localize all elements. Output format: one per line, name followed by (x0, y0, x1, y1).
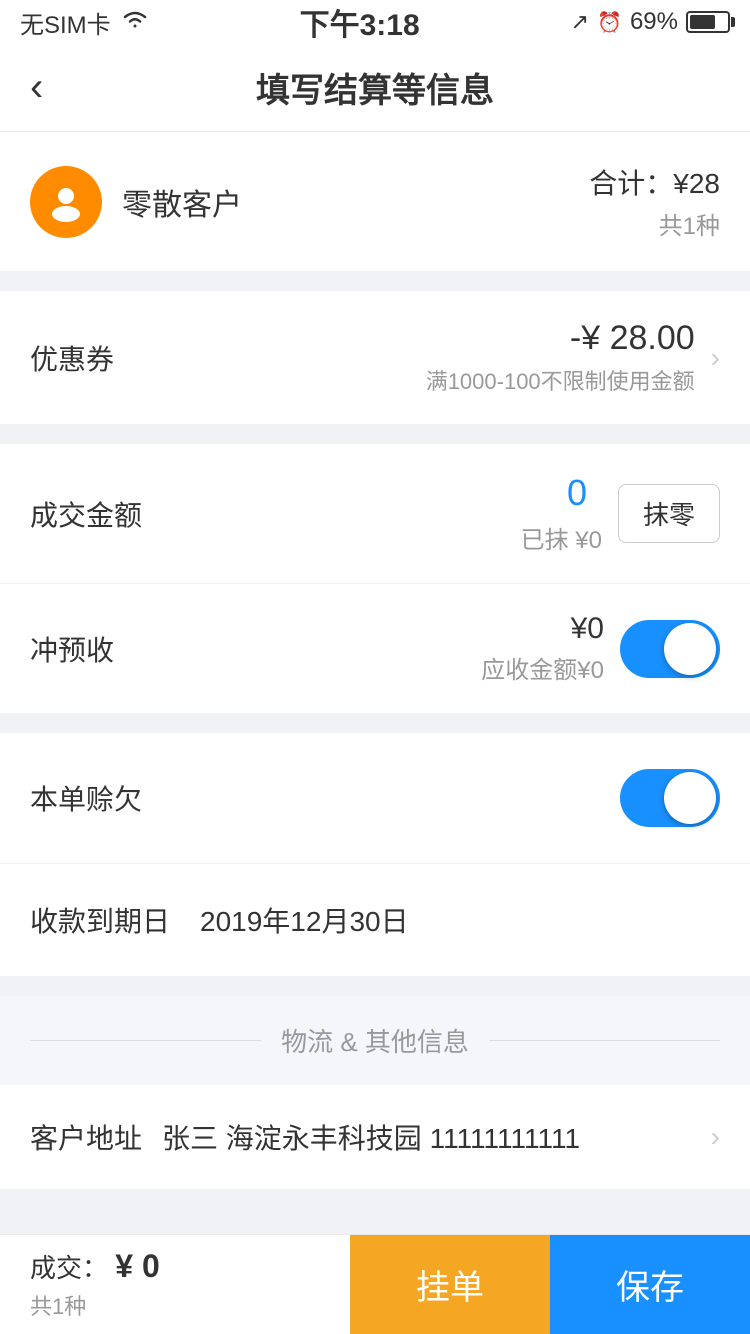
transaction-label: 成交金额 (30, 494, 142, 534)
address-label: 客户地址 (30, 1117, 142, 1157)
address-value: 张三 海淀永丰科技园 11111111111 (162, 1117, 711, 1157)
location-icon: ↗ (571, 9, 589, 35)
content: 零散客户 合计：¥28 共1种 优惠券 -¥ 28.00 满1000-100不限… (0, 132, 750, 1329)
bottom-deal-row: 成交： ¥ 0 (30, 1248, 320, 1285)
pending-button[interactable]: 挂单 (350, 1235, 550, 1334)
coupon-section: 优惠券 -¥ 28.00 满1000-100不限制使用金额 › (0, 291, 750, 424)
coupon-label: 优惠券 (30, 338, 114, 378)
transaction-row: 成交金额 已抹 ¥0 抹零 (0, 444, 750, 583)
transaction-sub: 已抹 ¥0 (482, 520, 602, 555)
alarm-icon: ⏰ (597, 10, 622, 35)
transaction-amount-input[interactable] (482, 472, 602, 514)
address-section: 客户地址 张三 海淀永丰科技园 11111111111 › (0, 1085, 750, 1189)
status-right: ↗ ⏰ 69% (571, 8, 730, 36)
prereceive-label: 冲预收 (30, 629, 114, 669)
customer-right: 合计：¥28 共1种 (589, 162, 720, 241)
back-button[interactable]: ‹ (30, 65, 43, 110)
prereceive-sub: 应收金额¥0 (481, 650, 604, 685)
sim-label: 无SIM卡 (20, 5, 111, 40)
status-time: 下午3:18 (300, 0, 420, 44)
debt-toggle[interactable] (620, 769, 720, 827)
transaction-section: 成交金额 已抹 ¥0 抹零 冲预收 ¥0 应收金额¥0 (0, 444, 750, 713)
duedate-label: 收款到期日 (30, 900, 170, 940)
logistics-label: 物流 & 其他信息 (281, 1022, 469, 1059)
address-row[interactable]: 客户地址 张三 海淀永丰科技园 11111111111 › (0, 1085, 750, 1189)
bottom-info: 成交： ¥ 0 共1种 (0, 1248, 350, 1321)
toggle-knob (664, 623, 716, 675)
wifi-icon (121, 8, 149, 37)
coupon-chevron-icon: › (711, 342, 720, 374)
battery-icon (686, 11, 730, 33)
debt-toggle-knob (664, 772, 716, 824)
status-bar: 无SIM卡 下午3:18 ↗ ⏰ 69% (0, 0, 750, 44)
coupon-desc: 满1000-100不限制使用金额 (426, 364, 695, 396)
debt-row: 本单赊欠 (0, 733, 750, 863)
bottom-count: 共1种 (30, 1289, 320, 1321)
prereceive-toggle[interactable] (620, 620, 720, 678)
customer-name: 零散客户 (122, 180, 242, 224)
debt-label: 本单赊欠 (30, 778, 142, 818)
prereceive-amount: ¥0 (481, 612, 604, 646)
round-button[interactable]: 抹零 (618, 484, 720, 543)
coupon-right-area: -¥ 28.00 满1000-100不限制使用金额 › (426, 319, 720, 396)
logistics-header: 物流 & 其他信息 (0, 996, 750, 1085)
customer-count: 共1种 (589, 206, 720, 241)
battery-percent: 69% (630, 8, 678, 36)
prereceive-right: ¥0 应收金额¥0 (481, 612, 720, 685)
transaction-right: 已抹 ¥0 抹零 (482, 472, 720, 555)
address-chevron-icon: › (711, 1121, 720, 1153)
customer-section: 零散客户 合计：¥28 共1种 (0, 132, 750, 271)
coupon-info: -¥ 28.00 满1000-100不限制使用金额 (426, 319, 695, 396)
deal-label: 成交： (30, 1253, 108, 1283)
status-left: 无SIM卡 (20, 5, 149, 40)
debt-section: 本单赊欠 收款到期日 2019年12月30日 (0, 733, 750, 976)
customer-total: 合计：¥28 (589, 162, 720, 202)
logistics-header-line: 物流 & 其他信息 (30, 1022, 720, 1059)
prereceive-info: ¥0 应收金额¥0 (481, 612, 604, 685)
deal-amount: ¥ 0 (115, 1248, 159, 1284)
customer-row: 零散客户 合计：¥28 共1种 (0, 132, 750, 271)
prereceive-row: 冲预收 ¥0 应收金额¥0 (0, 583, 750, 713)
duedate-value: 2019年12月30日 (200, 900, 409, 940)
coupon-row[interactable]: 优惠券 -¥ 28.00 满1000-100不限制使用金额 › (0, 291, 750, 424)
avatar (30, 166, 102, 238)
page-title: 填写结算等信息 (256, 63, 494, 112)
battery-fill (690, 15, 715, 29)
transaction-amount-col: 已抹 ¥0 (482, 472, 602, 555)
save-button[interactable]: 保存 (550, 1235, 750, 1334)
customer-left: 零散客户 (30, 166, 242, 238)
coupon-discount: -¥ 28.00 (426, 319, 695, 358)
duedate-row: 收款到期日 2019年12月30日 (0, 863, 750, 976)
bottom-bar: 成交： ¥ 0 共1种 挂单 保存 (0, 1234, 750, 1334)
nav-bar: ‹ 填写结算等信息 (0, 44, 750, 132)
